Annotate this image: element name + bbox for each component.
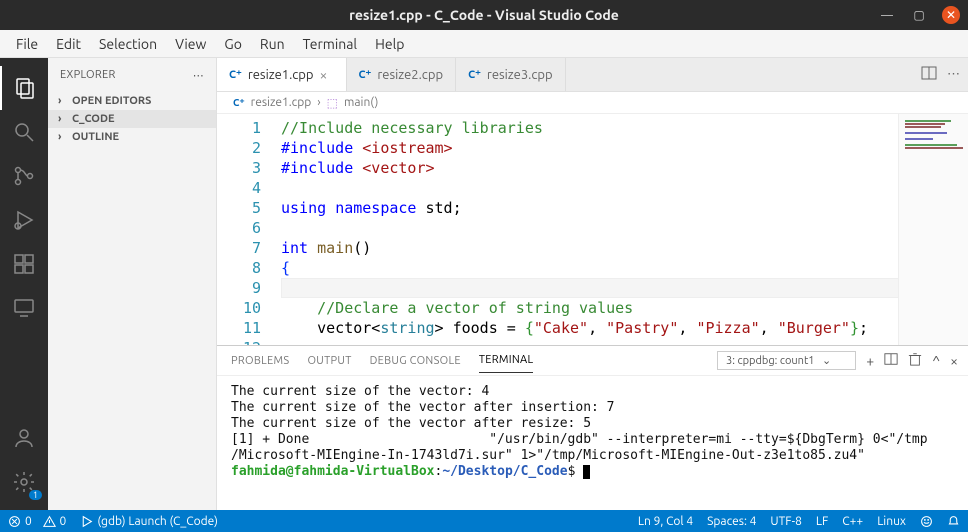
split-editor-icon[interactable] [921, 65, 937, 84]
editor-area: C⁺ resize1.cpp × C⁺ resize2.cpp C⁺ resiz… [217, 58, 968, 510]
account-icon[interactable] [0, 416, 48, 460]
code-content[interactable]: //Include necessary libraries#include <i… [275, 114, 968, 345]
status-bar: 0 0 (gdb) Launch (C_Code) Ln 9, Col 4 Sp… [0, 510, 968, 532]
settings-badge: 1 [29, 490, 42, 500]
breadcrumb[interactable]: C⁺ resize1.cpp › ⬚ main() [217, 92, 968, 114]
main-area: 1 EXPLORER ⋯ ›OPEN EDITORS ›C_CODE ›OUTL… [0, 58, 968, 510]
tab-close-icon[interactable]: × [320, 67, 334, 83]
menu-run[interactable]: Run [252, 32, 293, 56]
panel-tab-debug-console[interactable]: DEBUG CONSOLE [370, 349, 461, 373]
new-terminal-icon[interactable]: + [866, 353, 874, 369]
cpp-file-icon: C⁺ [233, 97, 245, 109]
kill-terminal-icon[interactable] [908, 352, 922, 369]
source-control-icon[interactable] [0, 154, 48, 198]
window-title: resize1.cpp - C_Code - Visual Studio Cod… [349, 7, 619, 23]
sidebar-more-icon[interactable]: ⋯ [193, 69, 204, 82]
notifications-icon[interactable] [947, 515, 960, 528]
menu-terminal[interactable]: Terminal [295, 32, 366, 56]
extensions-icon[interactable] [0, 242, 48, 286]
menu-edit[interactable]: Edit [48, 32, 89, 56]
close-panel-icon[interactable]: × [950, 353, 958, 369]
menu-file[interactable]: File [8, 32, 46, 56]
bottom-panel: PROBLEMS OUTPUT DEBUG CONSOLE TERMINAL 3… [217, 345, 968, 510]
status-eol[interactable]: LF [816, 515, 828, 528]
settings-gear-icon[interactable]: 1 [0, 460, 48, 504]
search-icon[interactable] [0, 110, 48, 154]
tab-bar: C⁺ resize1.cpp × C⁺ resize2.cpp C⁺ resiz… [217, 58, 968, 92]
status-spaces[interactable]: Spaces: 4 [707, 515, 756, 528]
status-os[interactable]: Linux [877, 515, 906, 528]
run-debug-icon[interactable] [0, 198, 48, 242]
chevron-right-icon: › [58, 95, 68, 107]
window-controls: — ▢ ✕ [878, 6, 960, 24]
feedback-icon[interactable] [920, 515, 933, 528]
status-errors[interactable]: 0 0 [8, 515, 66, 528]
remote-icon[interactable] [0, 286, 48, 330]
close-button[interactable]: ✕ [942, 6, 960, 24]
split-terminal-icon[interactable] [884, 352, 898, 369]
status-launch[interactable]: (gdb) Launch (C_Code) [80, 515, 218, 528]
tab-resize1[interactable]: C⁺ resize1.cpp × [217, 58, 347, 91]
sidebar-title: EXPLORER [60, 69, 116, 81]
window-titlebar: resize1.cpp - C_Code - Visual Studio Cod… [0, 0, 968, 30]
status-lang[interactable]: C++ [842, 515, 863, 528]
minimap[interactable] [898, 114, 968, 345]
terminal-output[interactable]: The current size of the vector: 4The cur… [217, 376, 968, 510]
panel-tab-problems[interactable]: PROBLEMS [231, 349, 289, 373]
sidebar-header: EXPLORER ⋯ [48, 58, 216, 92]
terminal-selector[interactable]: 3: cppdbg: count1 ⌄ [717, 351, 856, 370]
explorer-sidebar: EXPLORER ⋯ ›OPEN EDITORS ›C_CODE ›OUTLIN… [48, 58, 217, 510]
status-encoding[interactable]: UTF-8 [770, 515, 801, 528]
maximize-panel-icon[interactable]: ^ [932, 353, 940, 369]
tab-resize2[interactable]: C⁺ resize2.cpp [347, 58, 457, 91]
line-gutter: 123456789101112 [217, 114, 275, 345]
panel-tabs: PROBLEMS OUTPUT DEBUG CONSOLE TERMINAL 3… [217, 346, 968, 376]
tab-resize3[interactable]: C⁺ resize3.cpp [456, 58, 566, 91]
code-editor[interactable]: 123456789101112 //Include necessary libr… [217, 114, 968, 345]
cpp-file-icon: C⁺ [359, 68, 372, 81]
menu-go[interactable]: Go [216, 32, 249, 56]
panel-tab-output[interactable]: OUTPUT [307, 349, 351, 373]
chevron-right-icon: › [58, 131, 68, 143]
outline-section[interactable]: ›OUTLINE [48, 128, 216, 146]
menu-selection[interactable]: Selection [91, 32, 165, 56]
open-editors-section[interactable]: ›OPEN EDITORS [48, 92, 216, 110]
menu-view[interactable]: View [167, 32, 214, 56]
cpp-file-icon: C⁺ [468, 68, 481, 81]
minimize-button[interactable]: — [878, 6, 896, 24]
menu-bar: File Edit Selection View Go Run Terminal… [0, 30, 968, 58]
chevron-right-icon: › [58, 113, 68, 125]
more-actions-icon[interactable]: ⋯ [947, 67, 960, 82]
maximize-button[interactable]: ▢ [910, 6, 928, 24]
activity-bar: 1 [0, 58, 48, 510]
folder-section[interactable]: ›C_CODE [48, 110, 216, 128]
method-icon: ⬚ [327, 96, 338, 110]
chevron-right-icon: › [317, 96, 320, 109]
menu-help[interactable]: Help [367, 32, 412, 56]
status-lncol[interactable]: Ln 9, Col 4 [638, 515, 693, 528]
explorer-icon[interactable] [0, 66, 48, 110]
cpp-file-icon: C⁺ [229, 68, 242, 81]
panel-tab-terminal[interactable]: TERMINAL [479, 348, 534, 373]
